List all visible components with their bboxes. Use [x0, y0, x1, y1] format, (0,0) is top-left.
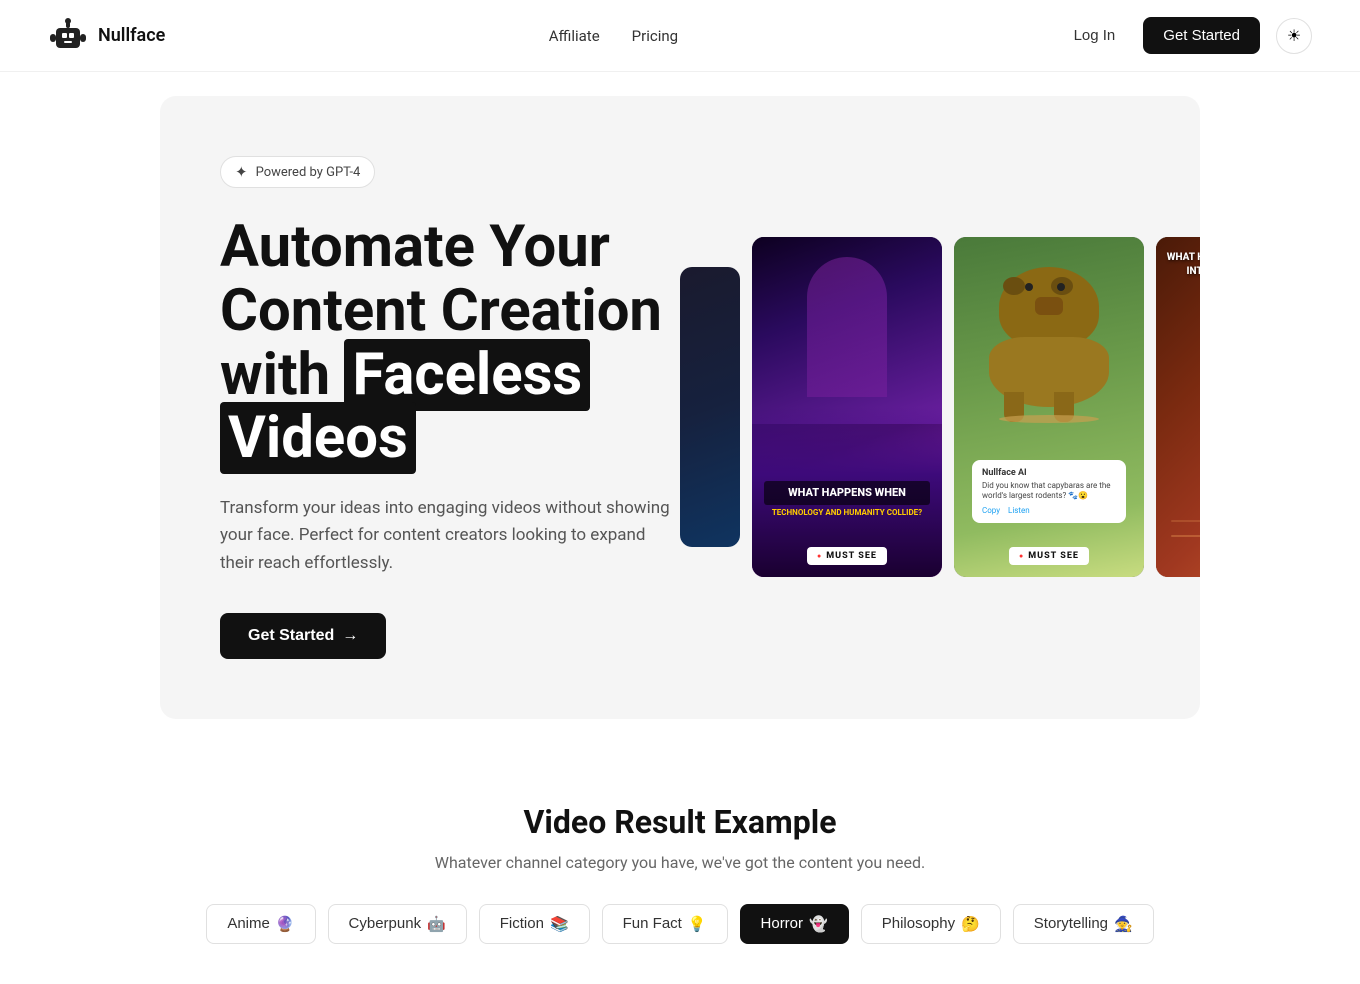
category-label: Fiction [500, 915, 544, 932]
login-button[interactable]: Log In [1062, 19, 1128, 52]
arrow-icon: → [342, 627, 358, 645]
hero-title-line1: Automate Your [220, 213, 610, 281]
get-started-label: Get Started [248, 627, 334, 645]
category-tab-anime[interactable]: Anime 🔮 [206, 904, 315, 944]
category-label: Fun Fact [623, 915, 682, 932]
hero-title: Automate Your Content Creation with Face… [220, 216, 680, 471]
category-tab-cyberpunk[interactable]: Cyberpunk 🤖 [328, 904, 467, 944]
video-card-capybara: Nullface AI Did you know that capybaras … [954, 237, 1144, 577]
category-tabs: Anime 🔮 Cyberpunk 🤖 Fiction 📚 Fun Fact 💡 Hor… [80, 904, 1280, 944]
hero-description: Transform your ideas into engaging video… [220, 495, 680, 577]
nav-actions: Log In Get Started ☀ [1062, 17, 1312, 54]
category-tab-fun-fact[interactable]: Fun Fact 💡 [602, 904, 728, 944]
category-emoji: 🤔 [961, 915, 980, 933]
video-card-cyberpunk: WHAT HAPPENS WHEN TECHNOLOGY AND HUMANIT… [752, 237, 942, 577]
card-romance-title: WHAT HAPPENS WHEN LOVE TURNS INTO A DANG… [1166, 251, 1200, 278]
hero-title-line2: Content Creation [220, 277, 662, 345]
hero-title-prefix: with [220, 341, 330, 409]
hero-title-highlight2: Videos [220, 402, 416, 474]
category-label: Storytelling [1034, 915, 1108, 932]
video-card-romance: WHAT HAPPENS WHEN LOVE TURNS INTO A DANG… [1156, 237, 1200, 577]
tweet-text: Did you know that capybaras are the worl… [982, 481, 1116, 502]
navbar: Nullface Affiliate Pricing Log In Get St… [0, 0, 1360, 72]
logo-icon [48, 16, 88, 56]
video-result-subtitle: Whatever channel category you have, we'v… [80, 853, 1280, 872]
category-emoji: 📚 [550, 915, 569, 933]
card-must-see-2: ● MUST SEE [1009, 547, 1089, 565]
card-what-happens: WHAT HAPPENS WHEN [764, 481, 930, 505]
get-started-hero-button[interactable]: Get Started → [220, 613, 386, 659]
category-tab-storytelling[interactable]: Storytelling 🧙 [1013, 904, 1154, 944]
card-tech-subtitle: TECHNOLOGY AND HUMANITY COLLIDE? [764, 508, 930, 517]
logo-link[interactable]: Nullface [48, 16, 165, 56]
powered-badge: ✦ Powered by GPT-4 [220, 156, 375, 188]
tweet-listen: Listen [1008, 506, 1030, 515]
nav-links: Affiliate Pricing [549, 27, 678, 45]
card-must-see-1: ● MUST SEE [807, 547, 887, 565]
tweet-user: Nullface AI [982, 468, 1116, 478]
powered-badge-text: Powered by GPT-4 [256, 165, 361, 180]
get-started-nav-button[interactable]: Get Started [1143, 17, 1260, 54]
category-emoji: 🔮 [276, 915, 295, 933]
video-result-title: Video Result Example [80, 803, 1280, 841]
category-label: Philosophy [882, 915, 955, 932]
video-card-partial [680, 267, 740, 547]
category-emoji: 💡 [688, 915, 707, 933]
category-emoji: 🤖 [427, 915, 446, 933]
tweet-box: Nullface AI Did you know that capybaras … [972, 460, 1126, 524]
hero-section: ✦ Powered by GPT-4 Automate Your Content… [160, 96, 1200, 719]
category-emoji: 👻 [809, 915, 828, 933]
category-tab-philosophy[interactable]: Philosophy 🤔 [861, 904, 1001, 944]
nav-pricing[interactable]: Pricing [632, 27, 678, 45]
category-tab-horror[interactable]: Horror 👻 [740, 904, 849, 944]
tweet-copy: Copy [982, 506, 1000, 515]
hero-title-highlight: Faceless [344, 339, 590, 411]
video-result-section: Video Result Example Whatever channel ca… [0, 743, 1360, 984]
category-label: Anime [227, 915, 270, 932]
logo-text: Nullface [98, 25, 165, 46]
tweet-actions: Copy Listen [982, 506, 1116, 515]
category-emoji: 🧙 [1114, 915, 1133, 933]
category-label: Horror [761, 915, 804, 932]
hero-left: ✦ Powered by GPT-4 Automate Your Content… [220, 156, 680, 659]
sun-icon: ☀ [1287, 26, 1301, 46]
category-label: Cyberpunk [349, 915, 422, 932]
nav-affiliate[interactable]: Affiliate [549, 27, 600, 45]
hero-wrapper: ✦ Powered by GPT-4 Automate Your Content… [0, 72, 1360, 743]
category-tab-fiction[interactable]: Fiction 📚 [479, 904, 590, 944]
hero-video-cards: WHAT HAPPENS WHEN TECHNOLOGY AND HUMANIT… [680, 187, 1200, 627]
gpt-icon: ✦ [235, 163, 248, 181]
theme-toggle-button[interactable]: ☀ [1276, 18, 1312, 54]
